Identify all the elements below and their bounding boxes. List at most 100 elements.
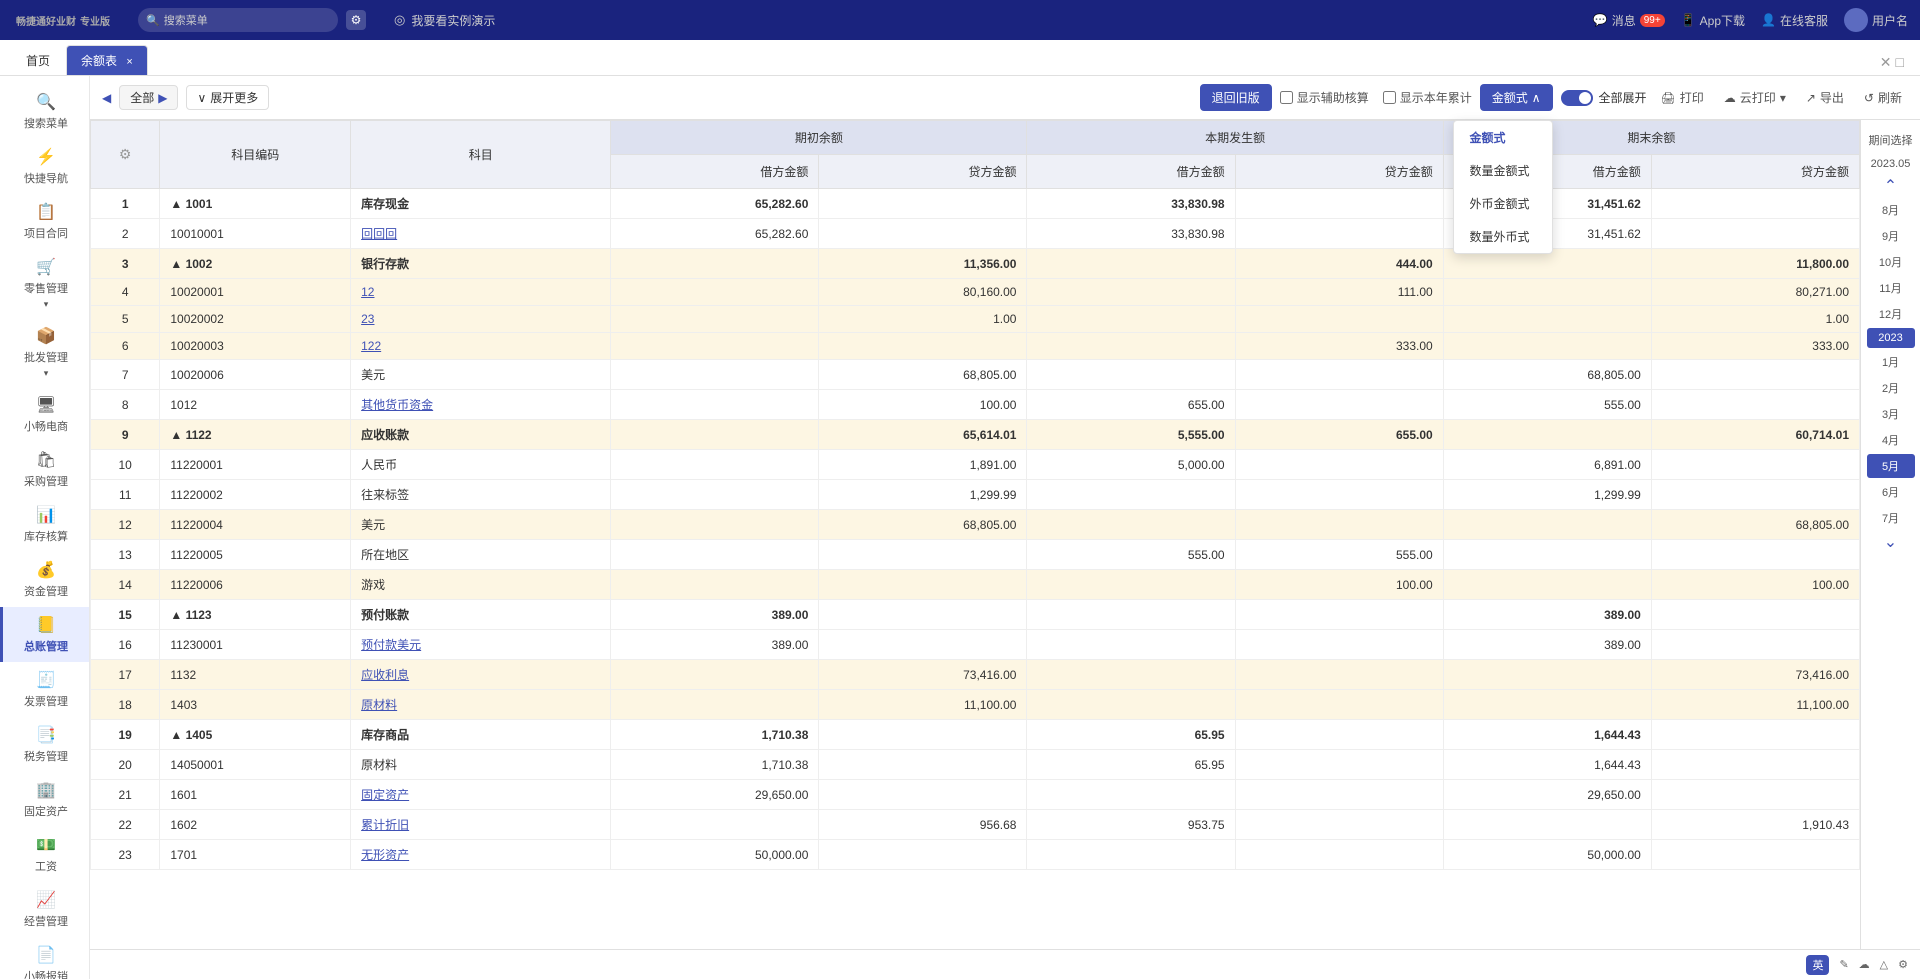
triangle-icon[interactable]: △	[1880, 958, 1888, 971]
subject-link[interactable]: 12	[361, 285, 374, 299]
subject-link[interactable]: 回回回	[361, 227, 397, 241]
online-service-btn[interactable]: 👤 在线客服	[1761, 12, 1828, 29]
message-btn[interactable]: 💬 消息 99+	[1593, 12, 1665, 29]
row-subject[interactable]: 固定资产	[351, 780, 611, 810]
row-subject[interactable]: 回回回	[351, 219, 611, 249]
period-3[interactable]: 3月	[1867, 402, 1915, 426]
subject-link[interactable]: 累计折旧	[361, 818, 409, 832]
export-btn[interactable]: ↗ 导出	[1800, 86, 1850, 109]
period-9[interactable]: 9月	[1867, 224, 1915, 248]
cloud-print-btn[interactable]: ☁ 云打印 ▾	[1718, 86, 1792, 109]
sidebar-item-salary[interactable]: 💵 工资	[0, 827, 89, 882]
sidebar-item-report[interactable]: 📄 小畅报销	[0, 937, 89, 979]
yearly-checkbox-input[interactable]	[1383, 91, 1396, 104]
th-settings: ⚙	[91, 121, 160, 189]
th-ob-credit: 贷方金额	[819, 155, 1027, 189]
period-8[interactable]: 8月	[1867, 198, 1915, 222]
period-12[interactable]: 12月	[1867, 302, 1915, 326]
subject-link[interactable]: 122	[361, 339, 381, 353]
sidebar-item-inventory[interactable]: 📊 库存核算	[0, 497, 89, 552]
sidebar-item-capital[interactable]: 💰 资金管理	[0, 552, 89, 607]
sidebar-item-general-ledger[interactable]: 📒 总账管理	[0, 607, 89, 662]
show-aux-checkbox[interactable]: 显示辅助核算	[1280, 89, 1369, 106]
row-cp-credit: 111.00	[1235, 279, 1443, 306]
period-11[interactable]: 11月	[1867, 276, 1915, 300]
view-mode-btn[interactable]: 金额式 ∧	[1480, 84, 1553, 111]
row-no: 13	[91, 540, 160, 570]
period-10[interactable]: 10月	[1867, 250, 1915, 274]
subject-link[interactable]: 固定资产	[361, 788, 409, 802]
arrow-left-icon[interactable]: ◀	[102, 91, 111, 105]
table-row: 3 ▲ 1002 银行存款 11,356.00 444.00 11,800.00	[91, 249, 1860, 279]
sidebar-item-retail[interactable]: 🛒 零售管理 ▾	[0, 249, 89, 318]
row-subject[interactable]: 122	[351, 333, 611, 360]
row-ob-credit	[819, 840, 1027, 870]
period-year-2023-05[interactable]: 2023.05	[1867, 154, 1915, 174]
sidebar-item-wholesale[interactable]: 📦 批发管理 ▾	[0, 318, 89, 387]
sidebar-item-purchase[interactable]: 🛍 采购管理	[0, 442, 89, 497]
show-yearly-checkbox[interactable]: 显示本年累计	[1383, 89, 1472, 106]
subject-link[interactable]: 无形资产	[361, 848, 409, 862]
sidebar-item-operation[interactable]: 📈 经营管理	[0, 882, 89, 937]
cloud-icon[interactable]: ☁	[1859, 958, 1870, 971]
period-5[interactable]: 5月	[1867, 454, 1915, 478]
subject-link[interactable]: 其他货币资金	[361, 398, 433, 412]
sidebar-item-fixed-assets[interactable]: 🏢 固定资产	[0, 772, 89, 827]
dropdown-item-foreign-amount[interactable]: 外币金额式	[1454, 187, 1552, 220]
subject-link[interactable]: 应收利息	[361, 668, 409, 682]
dropdown-item-amount[interactable]: 金额式	[1454, 121, 1552, 154]
filter-tag[interactable]: 全部 ▶	[119, 85, 178, 110]
row-subject[interactable]: 其他货币资金	[351, 390, 611, 420]
sidebar-item-project[interactable]: 📋 项目合同	[0, 194, 89, 249]
return-old-btn[interactable]: 退回旧版	[1200, 84, 1272, 111]
expand-more-btn[interactable]: ∨ 展开更多	[186, 85, 269, 110]
edit-icon[interactable]: ✎	[1839, 958, 1848, 971]
user-avatar[interactable]: 用户名	[1844, 8, 1908, 32]
expand-all-toggle[interactable]	[1561, 90, 1593, 106]
config-icon[interactable]: ⚙	[1898, 958, 1908, 971]
row-cb-debit	[1443, 660, 1651, 690]
aux-checkbox-input[interactable]	[1280, 91, 1293, 104]
row-subject[interactable]: 23	[351, 306, 611, 333]
row-subject[interactable]: 累计折旧	[351, 810, 611, 840]
row-cp-debit: 555.00	[1027, 540, 1235, 570]
settings-icon[interactable]: ⚙	[346, 10, 366, 30]
lang-icon[interactable]: 英	[1806, 955, 1829, 975]
refresh-btn[interactable]: ↺ 刷新	[1858, 86, 1908, 109]
dropdown-item-qty-amount[interactable]: 数量金额式	[1454, 154, 1552, 187]
subject-link[interactable]: 原材料	[361, 698, 397, 712]
tab-balance[interactable]: 余额表 ×	[66, 45, 148, 75]
period-1[interactable]: 1月	[1867, 350, 1915, 374]
row-code: 11220005	[160, 540, 351, 570]
table-settings-icon[interactable]: ⚙	[119, 146, 132, 162]
row-subject[interactable]: 预付款美元	[351, 630, 611, 660]
sidebar-item-quick-nav[interactable]: ⚡ 快捷导航	[0, 139, 89, 194]
maximize-icon[interactable]: □	[1896, 54, 1904, 71]
period-2[interactable]: 2月	[1867, 376, 1915, 400]
period-up-arrow[interactable]: ⌃	[1884, 176, 1897, 196]
period-7[interactable]: 7月	[1867, 506, 1915, 530]
tab-home[interactable]: 首页	[12, 46, 64, 75]
subject-link[interactable]: 预付款美元	[361, 638, 421, 652]
subject-link[interactable]: 23	[361, 312, 374, 326]
close-icon[interactable]: ✕	[1880, 54, 1892, 71]
sidebar-item-invoice[interactable]: 🧾 发票管理	[0, 662, 89, 717]
row-subject[interactable]: 原材料	[351, 690, 611, 720]
sidebar-item-tax[interactable]: 📑 税务管理	[0, 717, 89, 772]
search-menu[interactable]: 🔍 搜索菜单	[138, 8, 338, 32]
sidebar-item-search[interactable]: 🔍 搜索菜单	[0, 84, 89, 139]
period-6[interactable]: 6月	[1867, 480, 1915, 504]
demo-link[interactable]: ◎ 我要看实例演示	[374, 12, 1585, 29]
tab-close-btn[interactable]: ×	[126, 56, 132, 68]
row-subject[interactable]: 12	[351, 279, 611, 306]
row-subject[interactable]: 应收利息	[351, 660, 611, 690]
print-btn[interactable]: 🖨 打印	[1655, 86, 1710, 109]
app-download-btn[interactable]: 📱 App下载	[1681, 12, 1745, 29]
row-subject[interactable]: 无形资产	[351, 840, 611, 870]
period-down-arrow[interactable]: ⌄	[1884, 532, 1897, 552]
period-4[interactable]: 4月	[1867, 428, 1915, 452]
dropdown-item-qty-foreign[interactable]: 数量外币式	[1454, 220, 1552, 253]
sidebar-item-ecommerce[interactable]: 🖥 小畅电商	[0, 387, 89, 442]
window-controls[interactable]: ✕ □	[1876, 50, 1908, 75]
period-2023[interactable]: 2023	[1867, 328, 1915, 348]
